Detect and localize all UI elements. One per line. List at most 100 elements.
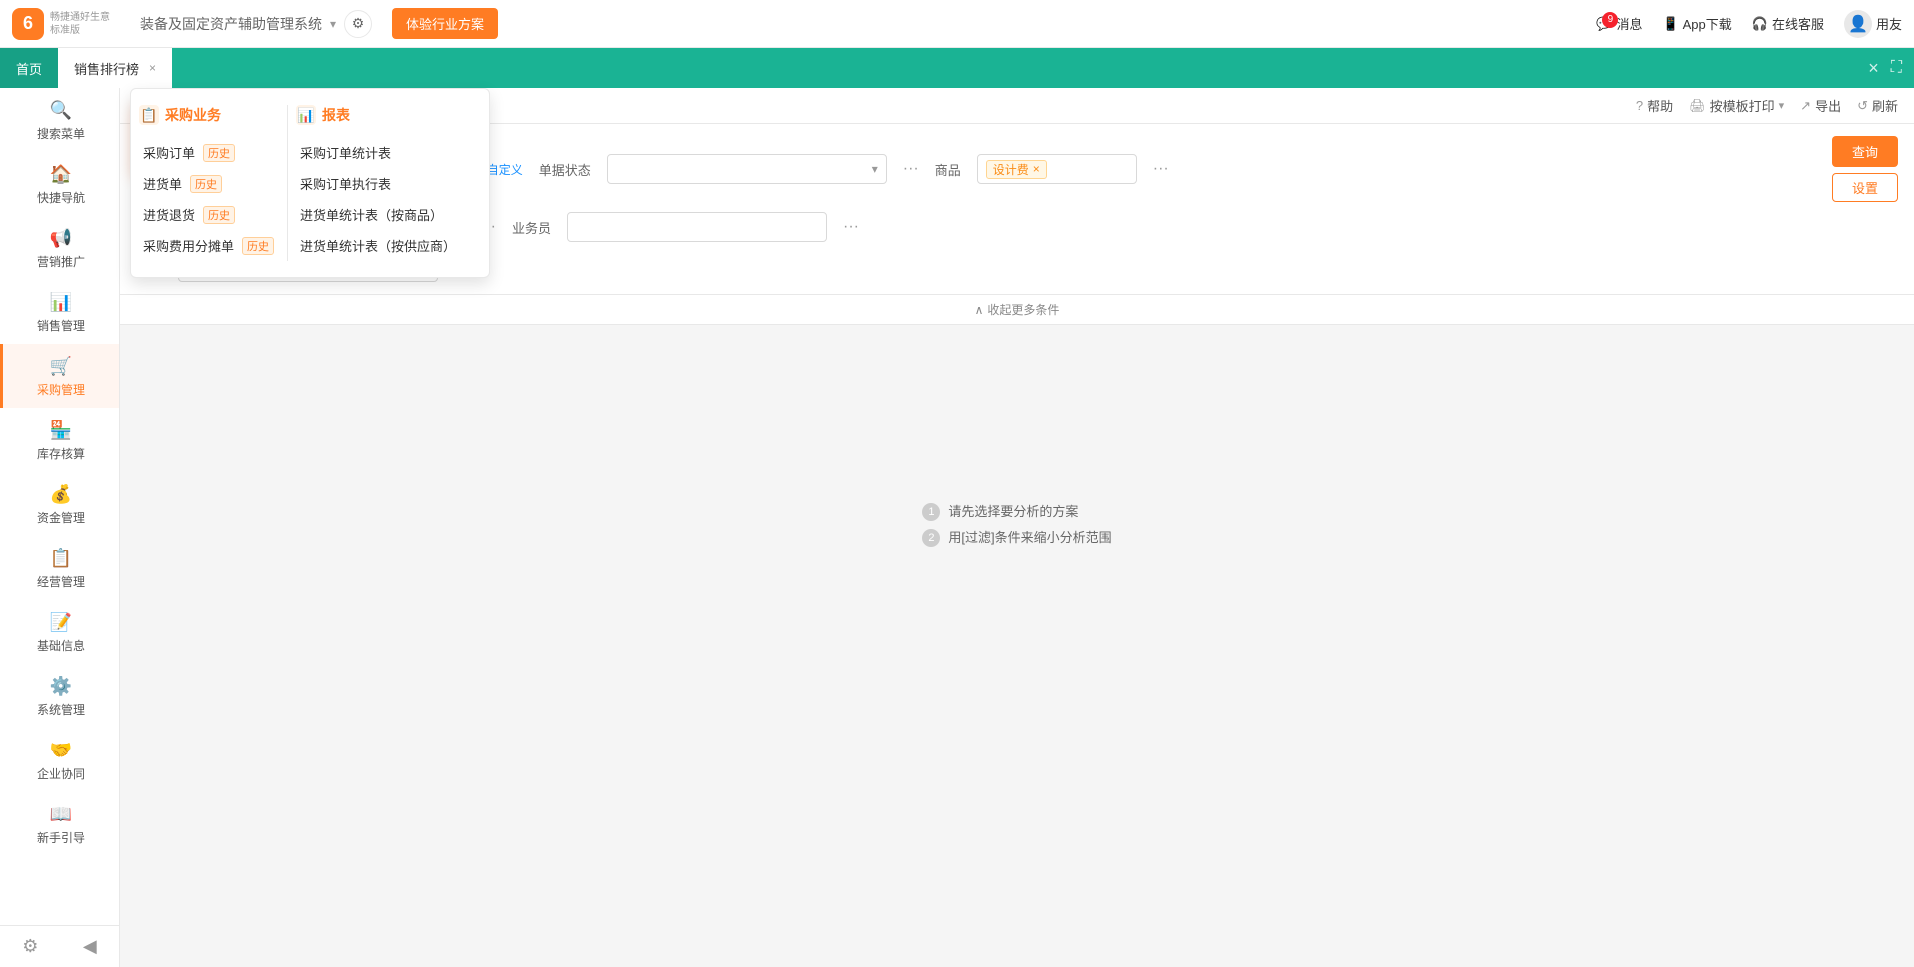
sidebar-item-enterprise[interactable]: 🤝 企业协同 xyxy=(0,728,119,792)
menu-item-return[interactable]: 进货退货 历史 xyxy=(139,199,279,230)
refresh-button[interactable]: ↺ 刷新 xyxy=(1857,96,1898,115)
date-custom[interactable]: 自定义 xyxy=(487,161,523,178)
online-service-button[interactable]: 🎧 在线客服 xyxy=(1752,14,1824,33)
tag-close-icon[interactable]: × xyxy=(1033,162,1040,176)
menu-item-incoming-by-goods[interactable]: 进货单统计表（按商品） xyxy=(296,199,460,230)
sidebar-item-sales[interactable]: 📊 销售管理 xyxy=(0,280,119,344)
sidebar-item-inventory[interactable]: 🏪 库存核算 xyxy=(0,408,119,472)
menu-item-order-exec[interactable]: 采购订单执行表 xyxy=(296,168,460,199)
tab-close-button[interactable]: × xyxy=(149,61,156,75)
top-right-actions: 💬 9 消息 📱 App下载 🎧 在线客服 👤 用友 xyxy=(1596,10,1902,38)
report-section: 📊 报表 采购订单统计表 采购订单执行表 进货单统计表（按商品） 进货单统计表（… xyxy=(296,105,460,261)
report-section-title: 📊 报表 xyxy=(296,105,460,125)
print-button[interactable]: 🖨 按模板打印 ▾ xyxy=(1689,96,1784,115)
empty-state: 1 请先选择要分析的方案 2 用[过滤]条件来缩小分析范围 xyxy=(120,325,1914,725)
report-section-icon: 📊 xyxy=(296,105,316,125)
settings-button[interactable]: ⚙ xyxy=(344,10,372,38)
history-tag-1: 历史 xyxy=(190,175,222,193)
sidebar-settings-btn[interactable]: ⚙ xyxy=(22,936,38,957)
sidebar-item-search[interactable]: 🔍 搜索菜单 xyxy=(0,88,119,152)
marketing-icon: 📢 xyxy=(50,228,72,249)
salesman-label: 业务员 xyxy=(512,218,551,237)
collapse-row[interactable]: ∧ 收起更多条件 xyxy=(120,295,1914,325)
menu-item-purchase-order[interactable]: 采购订单 历史 xyxy=(139,137,279,168)
status-dots[interactable]: ··· xyxy=(903,160,919,178)
export-icon: ↗ xyxy=(1800,98,1811,114)
purchase-section: 📋 采购业务 采购订单 历史 进货单 历史 进货退货 历史 采购费用分摊单 历史 xyxy=(139,105,279,261)
sidebar-item-guide[interactable]: 📖 新手引导 xyxy=(0,792,119,856)
basic-icon: 📝 xyxy=(50,612,72,633)
search-menu-icon: 🔍 xyxy=(50,100,72,121)
sidebar-item-finance[interactable]: 💰 资金管理 xyxy=(0,472,119,536)
settings-button-filter[interactable]: 设置 xyxy=(1832,173,1898,202)
sidebar-item-quick[interactable]: 🏠 快捷导航 xyxy=(0,152,119,216)
status-label: 单据状态 xyxy=(539,160,591,179)
help-button[interactable]: ? 帮助 xyxy=(1636,96,1673,115)
print-arrow[interactable]: ▾ xyxy=(1779,99,1785,112)
sidebar-collapse-btn[interactable]: ◀ xyxy=(83,936,97,957)
empty-text: 1 请先选择要分析的方案 2 用[过滤]条件来缩小分析范围 xyxy=(922,499,1111,551)
purchase-section-icon: 📋 xyxy=(139,105,159,125)
purchase-dropdown-menu: 📋 采购业务 采购订单 历史 进货单 历史 进货退货 历史 采购费用分摊单 历史 xyxy=(130,88,490,278)
sidebar: 🔍 搜索菜单 🏠 快捷导航 📢 营销推广 📊 销售管理 🛒 采购管理 🏪 xyxy=(0,88,120,967)
goods-tag: 设计费 × xyxy=(986,160,1047,179)
tab-home[interactable]: 首页 xyxy=(0,48,58,88)
sidebar-item-purchase[interactable]: 🛒 采购管理 xyxy=(0,344,119,408)
tab-bar: 首页 销售排行榜 × × ⛶ xyxy=(0,48,1914,88)
system-title: 装备及固定资产辅助管理系统 ▾ ⚙ 体验行业方案 xyxy=(140,8,1596,39)
inventory-icon: 🏪 xyxy=(50,420,72,441)
collapse-up-icon: ∧ xyxy=(975,303,984,317)
export-button[interactable]: ↗ 导出 xyxy=(1800,96,1841,115)
action-buttons: 查询 设置 xyxy=(1832,136,1898,202)
history-tag-0: 历史 xyxy=(203,144,235,162)
user-avatar: 👤 xyxy=(1844,10,1872,38)
print-icon: 🖨 xyxy=(1689,98,1706,114)
enterprise-icon: 🤝 xyxy=(50,740,72,761)
sidebar-item-marketing[interactable]: 📢 营销推广 xyxy=(0,216,119,280)
finance-icon: 💰 xyxy=(50,484,72,505)
goods-label: 商品 xyxy=(935,160,961,179)
history-tag-3: 历史 xyxy=(242,237,274,255)
goods-dots[interactable]: ··· xyxy=(1153,160,1169,178)
home-icon: 🏠 xyxy=(50,164,72,185)
tab-maximize[interactable]: ⛶ xyxy=(1891,59,1902,77)
tab-controls: × ⛶ xyxy=(1868,48,1914,88)
purchase-section-title: 📋 采购业务 xyxy=(139,105,279,125)
query-button[interactable]: 查询 xyxy=(1832,136,1898,167)
sidebar-item-operations[interactable]: 📋 经营管理 xyxy=(0,536,119,600)
menu-item-expense[interactable]: 采购费用分摊单 历史 xyxy=(139,230,279,261)
refresh-icon: ↺ xyxy=(1857,98,1868,114)
help-icon: ? xyxy=(1636,98,1643,113)
empty-step-1: 1 请先选择要分析的方案 xyxy=(922,499,1111,525)
empty-step-2: 2 用[过滤]条件来缩小分析范围 xyxy=(922,525,1111,551)
tab-close-all[interactable]: × xyxy=(1868,58,1879,79)
headset-icon: 🎧 xyxy=(1752,16,1768,32)
title-dropdown-arrow[interactable]: ▾ xyxy=(330,17,336,31)
header: 6 畅捷通好生意 标准版 装备及固定资产辅助管理系统 ▾ ⚙ 体验行业方案 💬 … xyxy=(0,0,1914,48)
sidebar-item-basic[interactable]: 📝 基础信息 xyxy=(0,600,119,664)
industry-button[interactable]: 体验行业方案 xyxy=(392,8,498,39)
purchase-icon: 🛒 xyxy=(50,356,72,377)
salesman-select[interactable] xyxy=(567,212,827,242)
message-button[interactable]: 💬 9 消息 xyxy=(1596,14,1642,33)
menu-divider xyxy=(287,105,288,261)
goods-select[interactable]: 设计费 × xyxy=(977,154,1137,184)
logo-icon: 6 xyxy=(12,8,44,40)
menu-item-order-stats[interactable]: 采购订单统计表 xyxy=(296,137,460,168)
logo-area: 6 畅捷通好生意 标准版 xyxy=(12,8,132,40)
sidebar-item-system[interactable]: ⚙️ 系统管理 xyxy=(0,664,119,728)
operations-icon: 📋 xyxy=(50,548,72,569)
history-tag-2: 历史 xyxy=(203,206,235,224)
phone-icon: 📱 xyxy=(1662,16,1678,32)
guide-icon: 📖 xyxy=(50,804,72,825)
message-badge: 9 xyxy=(1602,12,1618,28)
sidebar-bottom: ⚙ ◀ xyxy=(0,925,119,967)
salesman-dots[interactable]: ··· xyxy=(843,218,859,236)
user-button[interactable]: 👤 用友 xyxy=(1844,10,1902,38)
status-select[interactable]: ▾ xyxy=(607,154,887,184)
menu-item-incoming[interactable]: 进货单 历史 xyxy=(139,168,279,199)
tab-sales-rank[interactable]: 销售排行榜 × xyxy=(58,48,172,88)
menu-item-incoming-by-supplier[interactable]: 进货单统计表（按供应商） xyxy=(296,230,460,261)
app-download-button[interactable]: 📱 App下载 xyxy=(1662,14,1731,33)
system-icon: ⚙️ xyxy=(50,676,72,697)
